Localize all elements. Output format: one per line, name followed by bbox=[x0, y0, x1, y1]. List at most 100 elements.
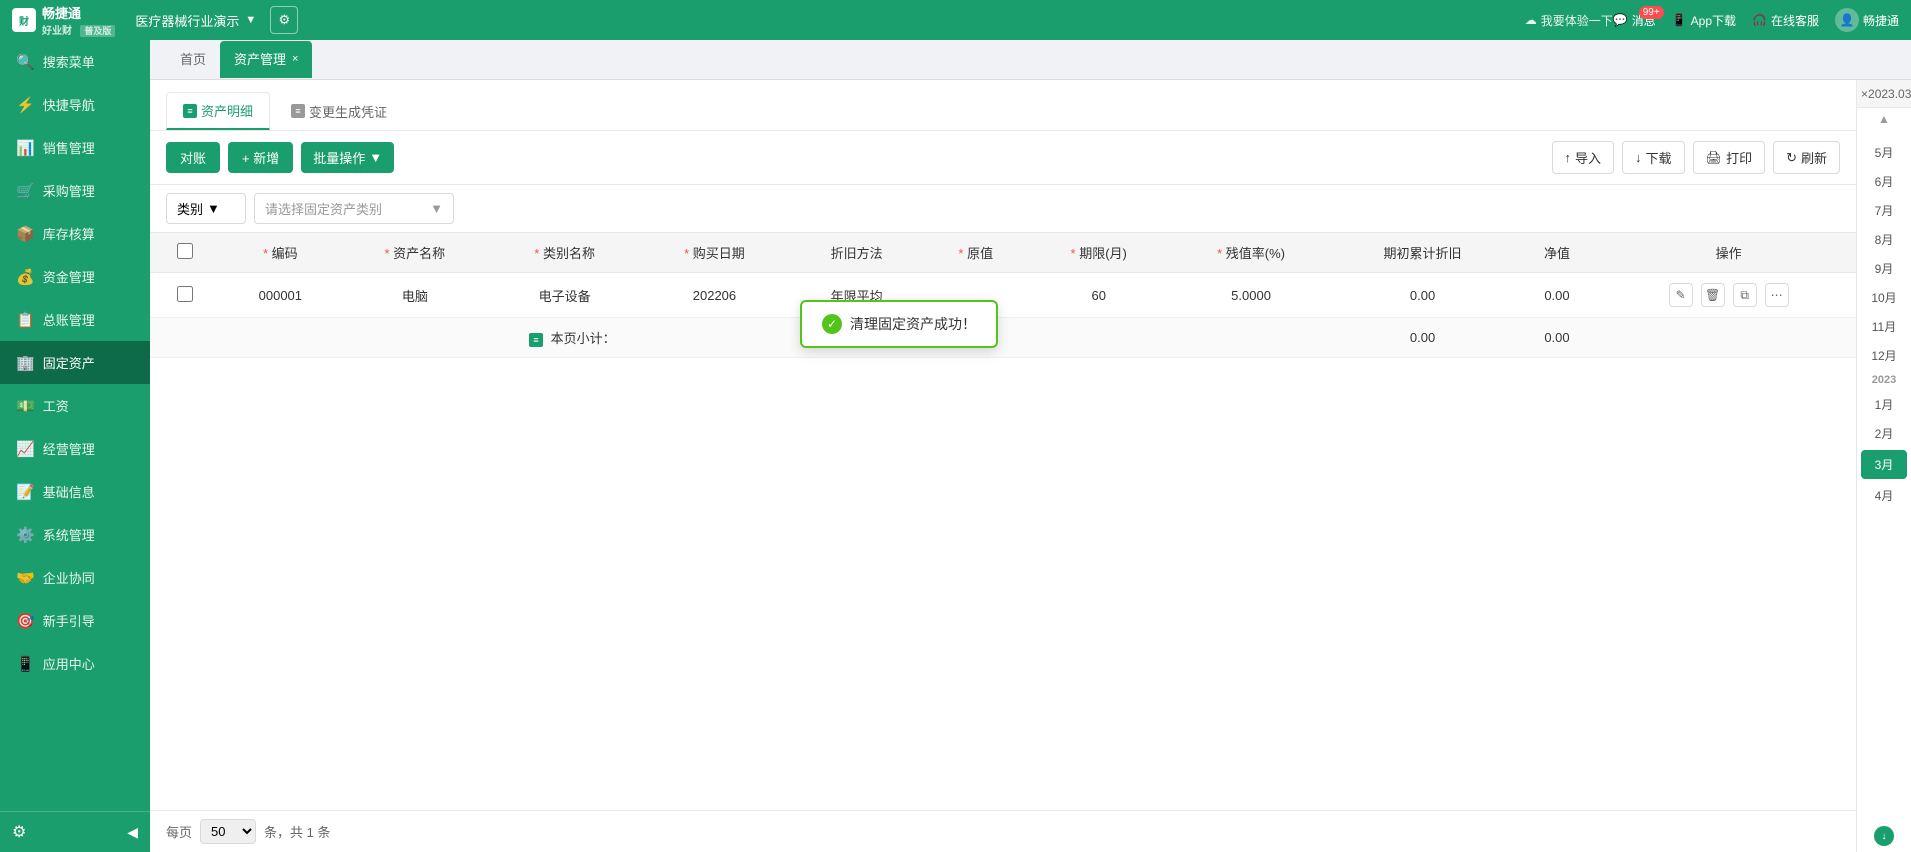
calendar-footer: ↓ bbox=[1857, 820, 1911, 852]
sidebar-item-sales[interactable]: 📊 销售管理 bbox=[0, 126, 150, 169]
sidebar-footer: ⚙ ◀ bbox=[0, 811, 150, 852]
tab-home[interactable]: 首页 bbox=[166, 41, 220, 78]
select-all-checkbox[interactable] bbox=[177, 243, 193, 259]
online-service-button[interactable]: 🎧 在线客服 bbox=[1752, 12, 1819, 29]
guide-icon: 🎯 bbox=[16, 612, 35, 630]
sidebar-item-ledger[interactable]: 📋 总账管理 bbox=[0, 298, 150, 341]
sidebar-item-operations[interactable]: 📈 经营管理 bbox=[0, 427, 150, 470]
sub-tab-asset-list[interactable]: ≡ 资产明细 bbox=[166, 92, 270, 130]
table-header-row: * 编码 * 资产名称 * 类别名称 bbox=[150, 233, 1856, 273]
calendar-month-1[interactable]: 1月 bbox=[1857, 390, 1911, 419]
sidebar-item-inventory[interactable]: 📦 库存核算 bbox=[0, 212, 150, 255]
company-selector[interactable]: 医疗器械行业演示 ▼ ⚙ bbox=[135, 6, 1504, 34]
td-checkbox bbox=[150, 273, 221, 318]
td-purchase-date: 202206 bbox=[640, 273, 790, 318]
calendar-month-6[interactable]: 6月 bbox=[1857, 167, 1911, 196]
td-subtotal-initial: 0.00 bbox=[1332, 318, 1512, 358]
sidebar-item-search[interactable]: 🔍 搜索菜单 bbox=[0, 40, 150, 83]
sidebar-item-purchase[interactable]: 🛒 采购管理 bbox=[0, 169, 150, 212]
sidebar-collapse-icon[interactable]: ◀ bbox=[127, 824, 138, 841]
app-logo: 财 畅捷通 好业财 普及版 bbox=[12, 3, 115, 37]
reconcile-button[interactable]: 对账 bbox=[166, 142, 220, 173]
print-button[interactable]: 🖨 打印 bbox=[1693, 141, 1766, 174]
sales-icon: 📊 bbox=[16, 139, 35, 157]
shortcut-icon: ⚡ bbox=[16, 96, 35, 114]
calendar-month-4[interactable]: 4月 bbox=[1857, 481, 1911, 510]
td-category: 电子设备 bbox=[490, 273, 640, 318]
import-button[interactable]: ↑ 导入 bbox=[1552, 141, 1615, 174]
top-right-actions: 💬 消息 99+ 📱 App下载 🎧 在线客服 👤 畅捷通 bbox=[1613, 8, 1899, 32]
calendar-scroll-up[interactable]: ▲ bbox=[1857, 108, 1911, 130]
user-menu[interactable]: 👤 畅捷通 bbox=[1835, 8, 1899, 32]
sidebar-item-system[interactable]: ⚙️ 系统管理 bbox=[0, 513, 150, 556]
td-code: 000001 bbox=[221, 273, 340, 318]
company-name: 医疗器械行业演示 bbox=[135, 11, 239, 30]
main-section: ≡ 资产明细 ≡ 变更生成凭证 对账 + 新增 bbox=[150, 80, 1856, 852]
calendar-month-10[interactable]: 10月 bbox=[1857, 283, 1911, 312]
sidebar-item-label: 库存核算 bbox=[43, 224, 95, 243]
company-dropdown-icon: ▼ bbox=[245, 14, 256, 26]
row-checkbox[interactable] bbox=[177, 286, 193, 302]
sidebar-item-basic-info[interactable]: 📝 基础信息 bbox=[0, 470, 150, 513]
calendar-month-3-active[interactable]: 3月 bbox=[1861, 450, 1907, 479]
calendar-month-12[interactable]: 12月 bbox=[1857, 341, 1911, 370]
sidebar-item-fixed-assets[interactable]: 🏢 固定资产 bbox=[0, 341, 150, 384]
sub-tab-change-voucher[interactable]: ≡ 变更生成凭证 bbox=[274, 93, 404, 130]
sidebar: 🔍 搜索菜单 ⚡ 快捷导航 📊 销售管理 🛒 采购管理 📦 库存核算 💰 bbox=[0, 40, 150, 852]
calendar-panel: × 2023.03 ⤢ ▲ 5月 6月 7月 8月 9月 10月 11月 12月… bbox=[1856, 80, 1911, 852]
toolbar-right: ↑ 导入 ↓ 下载 🖨 打印 ↻ 刷新 bbox=[1552, 141, 1840, 174]
messages-button[interactable]: 💬 消息 99+ bbox=[1613, 12, 1656, 29]
new-button[interactable]: + 新增 bbox=[228, 142, 293, 173]
edit-icon[interactable]: ✎ bbox=[1669, 283, 1693, 307]
copy-icon[interactable]: ⧉ bbox=[1733, 283, 1757, 307]
sidebar-item-apps[interactable]: 📱 应用中心 bbox=[0, 642, 150, 685]
th-action: 操作 bbox=[1601, 233, 1856, 273]
calendar-year-2023: 2023 bbox=[1857, 370, 1911, 390]
sidebar-item-label: 销售管理 bbox=[43, 138, 95, 157]
calendar-today-button[interactable]: ↓ bbox=[1874, 826, 1894, 846]
delete-icon[interactable]: 🗑 bbox=[1701, 283, 1725, 307]
apps-icon: 📱 bbox=[16, 655, 35, 673]
app-download-button[interactable]: 📱 App下载 bbox=[1672, 12, 1736, 29]
download-button[interactable]: ↓ 下载 bbox=[1622, 141, 1685, 174]
sidebar-item-shortcut[interactable]: ⚡ 快捷导航 bbox=[0, 83, 150, 126]
th-net-value: 净值 bbox=[1513, 233, 1601, 273]
sidebar-item-enterprise[interactable]: 🤝 企业协同 bbox=[0, 556, 150, 599]
td-initial-depreciation: 0.00 bbox=[1332, 273, 1512, 318]
ledger-icon: 📋 bbox=[16, 311, 35, 329]
td-asset-name: 电脑 bbox=[340, 273, 490, 318]
sidebar-item-salary[interactable]: 💵 工资 bbox=[0, 384, 150, 427]
top-bar: 财 畅捷通 好业财 普及版 医疗器械行业演示 ▼ ⚙ ☁ 我要体验一下 💬 消息… bbox=[0, 0, 1911, 40]
calendar-month-9[interactable]: 9月 bbox=[1857, 254, 1911, 283]
refresh-button[interactable]: ↻ 刷新 bbox=[1773, 141, 1840, 174]
calendar-close-icon[interactable]: × bbox=[1861, 87, 1868, 101]
sidebar-item-label: 经营管理 bbox=[43, 439, 95, 458]
th-checkbox bbox=[150, 233, 221, 273]
category-type-filter[interactable]: 请选择固定资产类别 ▼ bbox=[254, 193, 454, 224]
sidebar-item-guide[interactable]: 🎯 新手引导 bbox=[0, 599, 150, 642]
calendar-month-5[interactable]: 5月 bbox=[1857, 138, 1911, 167]
sidebar-item-label: 基础信息 bbox=[43, 482, 95, 501]
app-subtitle: 好业财 普及版 bbox=[42, 22, 115, 37]
experience-button[interactable]: ☁ 我要体验一下 bbox=[1525, 12, 1613, 29]
success-message: 清理固定资产成功！ bbox=[850, 314, 976, 334]
calendar-month-7[interactable]: 7月 bbox=[1857, 196, 1911, 225]
calendar-month-11[interactable]: 11月 bbox=[1857, 312, 1911, 341]
tab-asset-management[interactable]: 资产管理 × bbox=[220, 41, 312, 78]
calendar-month-8[interactable]: 8月 bbox=[1857, 225, 1911, 254]
td-net-value: 0.00 bbox=[1513, 273, 1601, 318]
tab-close-icon[interactable]: × bbox=[292, 53, 298, 65]
table-container: * 编码 * 资产名称 * 类别名称 bbox=[150, 233, 1856, 810]
batch-ops-button[interactable]: 批量操作 ▼ bbox=[301, 142, 394, 173]
sidebar-item-capital[interactable]: 💰 资金管理 bbox=[0, 255, 150, 298]
settings-icon[interactable]: ⚙ bbox=[270, 6, 298, 34]
calendar-months: 5月 6月 7月 8月 9月 10月 11月 12月 2023 1月 2月 3月… bbox=[1857, 130, 1911, 820]
per-page-select[interactable]: 50 100 200 bbox=[200, 819, 256, 844]
change-voucher-tab-icon: ≡ bbox=[291, 104, 305, 118]
more-icon[interactable]: ⋯ bbox=[1765, 283, 1789, 307]
calendar-month-2[interactable]: 2月 bbox=[1857, 419, 1911, 448]
category-filter[interactable]: 类别 ▼ bbox=[166, 193, 246, 224]
sidebar-item-label: 固定资产 bbox=[43, 353, 95, 372]
enterprise-icon: 🤝 bbox=[16, 569, 35, 587]
sidebar-settings-icon[interactable]: ⚙ bbox=[12, 822, 26, 842]
